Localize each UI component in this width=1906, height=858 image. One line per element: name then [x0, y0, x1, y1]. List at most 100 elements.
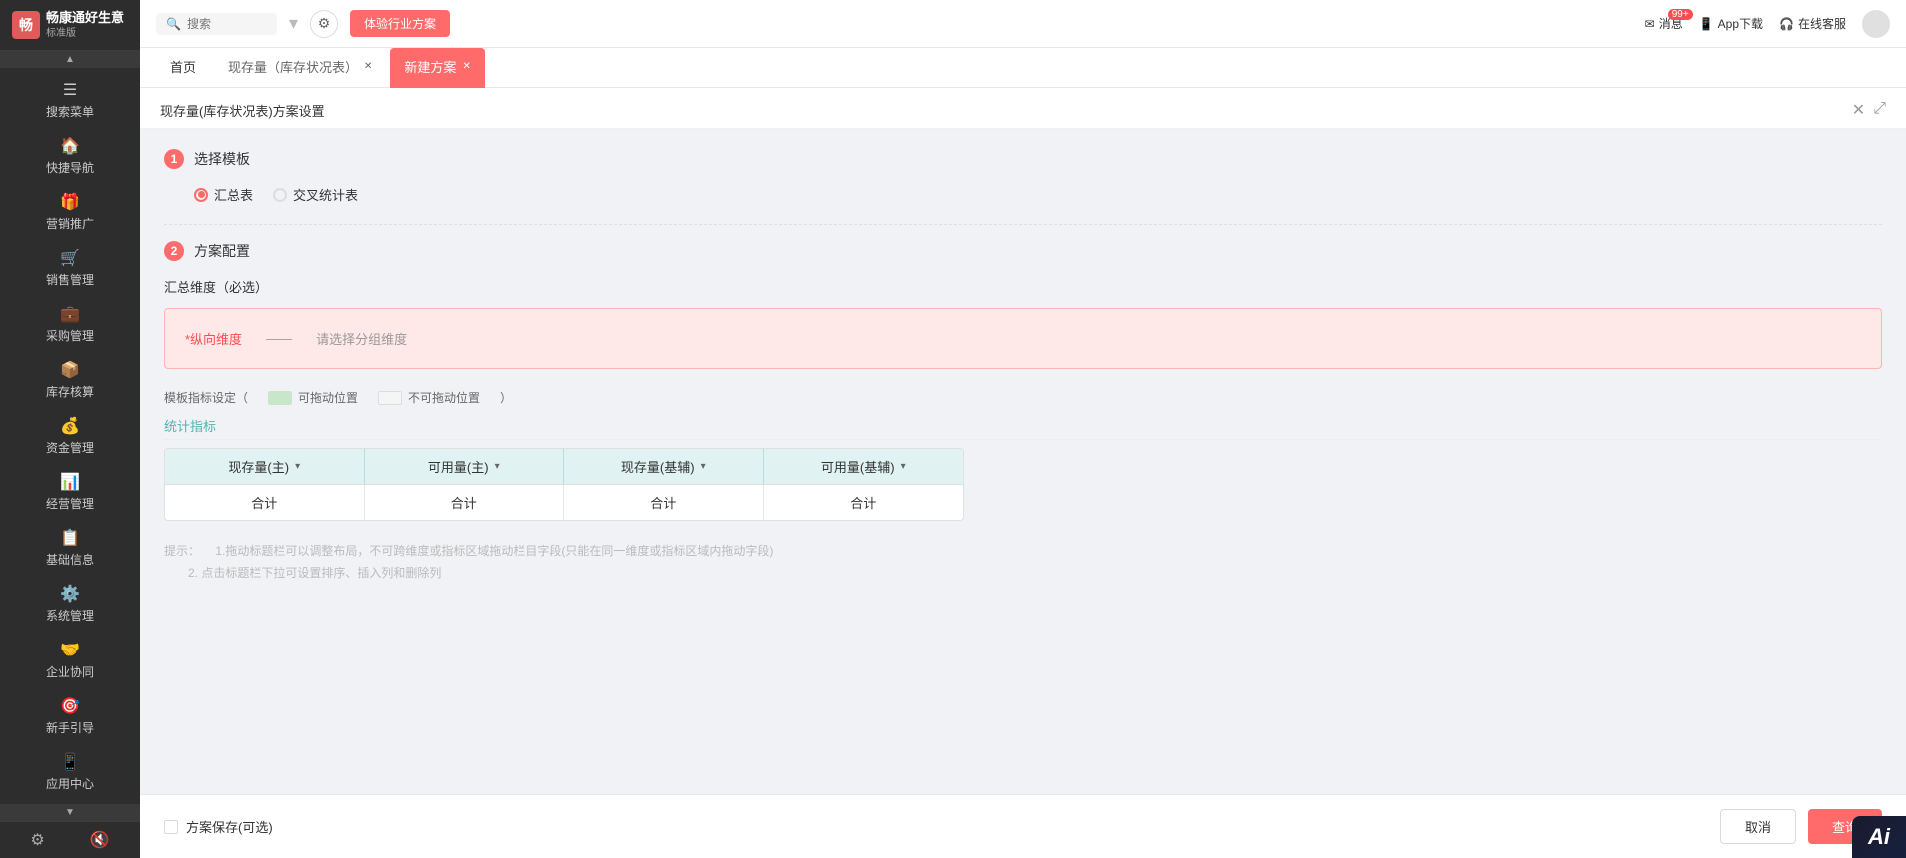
dimension-box[interactable]: *纵向维度 —— 请选择分组维度: [164, 308, 1882, 369]
save-checkbox[interactable]: [164, 820, 178, 834]
sidebar-item-basic-info[interactable]: 📋 基础信息: [0, 520, 140, 576]
scroll-down[interactable]: ▼: [0, 804, 140, 821]
legend-draggable: 可拖动位置: [268, 389, 358, 406]
sidebar-item-search-menu[interactable]: ☰ 搜索菜单: [0, 72, 140, 128]
sidebar: 畅 畅康通好生意 标准版 ▲ ☰ 搜索菜单 🏠 快捷导航 🎁 营销推广 🛒 销售…: [0, 0, 140, 858]
settings-icon[interactable]: ⚙: [30, 830, 44, 850]
section1-num: 1: [164, 149, 184, 169]
chevron-down-icon: ▾: [295, 461, 300, 472]
mobile-icon: 📱: [1699, 17, 1714, 31]
sidebar-nav: ☰ 搜索菜单 🏠 快捷导航 🎁 营销推广 🛒 销售管理 💼 采购管理 📦 库存核…: [0, 68, 140, 804]
header-cell-available-main[interactable]: 可用量(主) ▾: [365, 449, 565, 484]
header-cell-current-main[interactable]: 现存量(主) ▾: [165, 449, 365, 484]
sidebar-item-sales[interactable]: 🛒 销售管理: [0, 240, 140, 296]
finance-label: 资金管理: [46, 439, 94, 456]
indicator-legend: 模板指标设定（ 可拖动位置 不可拖动位置 ）: [164, 389, 1882, 406]
sales-icon: 🛒: [60, 248, 80, 268]
sidebar-item-quick-nav[interactable]: 🏠 快捷导航: [0, 128, 140, 184]
tab-new-plan[interactable]: 新建方案 ✕: [390, 48, 484, 88]
tab-home[interactable]: 首页: [156, 48, 210, 88]
tips-section: 提示： 1.拖动标题栏可以调整布局，不可跨维度或指标区域拖动栏目字段(只能在同一…: [164, 541, 1882, 584]
tip-1: 1.拖动标题栏可以调整布局，不可跨维度或指标区域拖动栏目字段(只能在同一维度或指…: [203, 544, 773, 558]
radio-summary-label: 汇总表: [214, 185, 253, 204]
cancel-button[interactable]: 取消: [1720, 809, 1796, 844]
marketing-icon: 🎁: [60, 192, 80, 212]
online-service-button[interactable]: 🎧 在线客服: [1779, 15, 1846, 32]
tips-title: 提示：: [164, 544, 200, 558]
save-option-label: 方案保存(可选): [186, 817, 273, 836]
sidebar-logo: 畅 畅康通好生意 标准版: [0, 0, 140, 51]
dimension-required-star: *纵向维度: [185, 329, 242, 348]
sidebar-item-app-center[interactable]: 📱 应用中心: [0, 744, 140, 800]
audio-icon[interactable]: 🔇: [90, 830, 110, 850]
logo-icon: 畅: [12, 11, 40, 39]
basic-info-label: 基础信息: [46, 551, 94, 568]
radio-cross[interactable]: 交叉统计表: [273, 185, 358, 204]
search-menu-icon: ☰: [63, 80, 77, 100]
chevron-down-icon-4: ▾: [901, 461, 906, 472]
panel-title: 现存量(库存状况表)方案设置: [160, 101, 325, 120]
section2-title: 2 方案配置: [164, 241, 1882, 261]
sidebar-item-marketing[interactable]: 🎁 营销推广: [0, 184, 140, 240]
sidebar-item-inventory[interactable]: 📦 库存核算: [0, 352, 140, 408]
stats-table-header: 现存量(主) ▾ 可用量(主) ▾ 现存量(基辅) ▾: [165, 449, 963, 484]
config-section: 汇总维度（必选） *纵向维度 —— 请选择分组维度: [164, 277, 1882, 369]
panel-close-buttons: ✕ ⤢: [1852, 100, 1886, 120]
header-cell-available-aux[interactable]: 可用量(基辅) ▾: [764, 449, 964, 484]
panel-close-button[interactable]: ✕: [1852, 100, 1865, 120]
top-bar-right: ✉ 消息 99+ 📱 App下载 🎧 在线客服: [1645, 10, 1890, 38]
cell-available-main-total: 合计: [365, 485, 565, 520]
table-row: 合计 合计 合计 合计: [165, 484, 963, 520]
chevron-down-icon-2: ▾: [495, 461, 500, 472]
draggable-box: [268, 391, 292, 405]
scroll-up[interactable]: ▲: [0, 51, 140, 68]
tip-2: 2. 点击标题栏下拉可设置排序、插入列和删除列: [164, 566, 441, 580]
radio-cross-label: 交叉统计表: [293, 185, 358, 204]
operations-label: 经营管理: [46, 495, 94, 512]
operations-icon: 📊: [60, 472, 80, 492]
save-option[interactable]: 方案保存(可选): [164, 817, 273, 836]
industry-solution-button[interactable]: 体验行业方案: [350, 10, 450, 37]
tab-inventory-close-icon[interactable]: ✕: [364, 61, 372, 72]
sidebar-item-enterprise[interactable]: 🤝 企业协同: [0, 632, 140, 688]
divider1: [164, 224, 1882, 225]
content-area: 首页 现存量（库存状况表） ✕ 新建方案 ✕ 现存量(库存状况表)方案设置 ✕ …: [140, 48, 1906, 858]
sales-label: 销售管理: [46, 271, 94, 288]
tab-inventory-status[interactable]: 现存量（库存状况表） ✕: [214, 48, 386, 88]
app-center-icon: 📱: [60, 752, 80, 772]
header-cell-current-aux[interactable]: 现存量(基辅) ▾: [564, 449, 764, 484]
messages-button[interactable]: ✉ 消息 99+: [1645, 15, 1683, 32]
sidebar-item-finance[interactable]: 💰 资金管理: [0, 408, 140, 464]
app-download-button[interactable]: 📱 App下载: [1699, 15, 1763, 32]
indicator-close-paren: ）: [500, 389, 512, 406]
headset-icon: 🎧: [1779, 17, 1794, 31]
search-box[interactable]: 🔍: [156, 13, 277, 35]
section1-title: 1 选择模板: [164, 149, 1882, 169]
new-guide-label: 新手引导: [46, 719, 94, 736]
message-icon: ✉: [1645, 17, 1655, 31]
form-content: 1 选择模板 汇总表 交叉统计表: [140, 129, 1906, 794]
section2-label: 方案配置: [194, 241, 250, 261]
sidebar-item-purchase[interactable]: 💼 采购管理: [0, 296, 140, 352]
gear-button[interactable]: ⚙: [310, 10, 338, 38]
draggable-label: 可拖动位置: [298, 389, 358, 406]
legend-fixed: 不可拖动位置: [378, 389, 480, 406]
purchase-icon: 💼: [60, 304, 80, 324]
sidebar-item-system[interactable]: ⚙️ 系统管理: [0, 576, 140, 632]
search-menu-label: 搜索菜单: [46, 103, 94, 120]
logo-text: 畅康通好生意 标准版: [46, 10, 124, 40]
indicator-settings-label: 模板指标设定（: [164, 389, 248, 406]
sidebar-item-new-guide[interactable]: 🎯 新手引导: [0, 688, 140, 744]
radio-cross-circle: [273, 188, 287, 202]
indicator-section: 模板指标设定（ 可拖动位置 不可拖动位置 ） 统计指标: [164, 389, 1882, 584]
user-avatar[interactable]: [1862, 10, 1890, 38]
panel-expand-button[interactable]: ⤢: [1873, 100, 1886, 120]
search-input[interactable]: [187, 17, 267, 31]
stats-table: 现存量(主) ▾ 可用量(主) ▾ 现存量(基辅) ▾: [164, 448, 964, 521]
finance-icon: 💰: [60, 416, 80, 436]
radio-summary[interactable]: 汇总表: [194, 185, 253, 204]
tab-new-plan-close-icon[interactable]: ✕: [462, 61, 470, 72]
dropdown-icon[interactable]: ▾: [289, 13, 298, 34]
sidebar-item-operations[interactable]: 📊 经营管理: [0, 464, 140, 520]
section1-label: 选择模板: [194, 149, 250, 169]
